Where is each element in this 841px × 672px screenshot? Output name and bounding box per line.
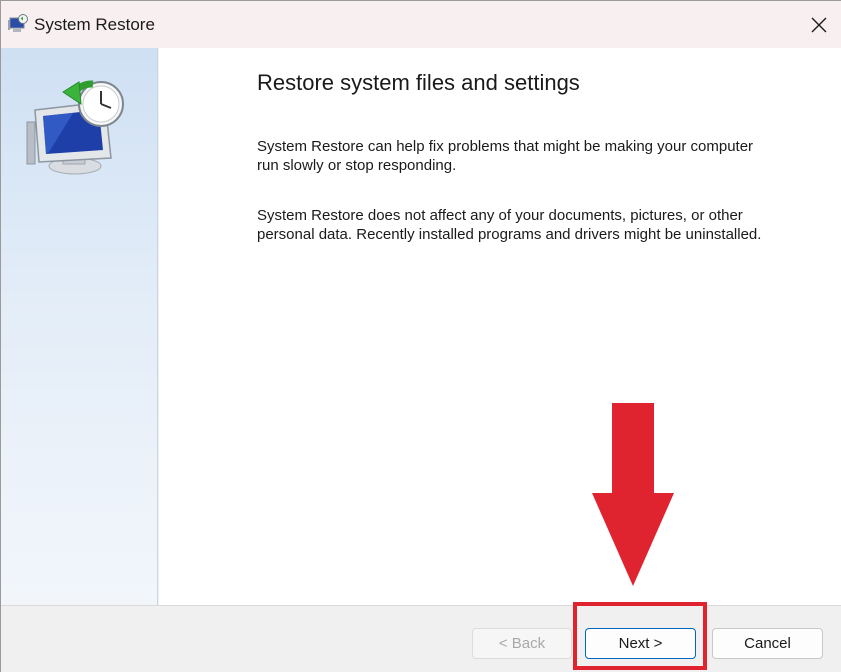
system-restore-window: System Restore Restore system files and …	[0, 0, 841, 672]
page-heading: Restore system files and settings	[257, 70, 580, 95]
down-arrow-icon	[592, 403, 674, 586]
cancel-button[interactable]: Cancel	[712, 628, 823, 659]
description-paragraph-1: System Restore can help fix problems tha…	[257, 138, 754, 174]
system-restore-monitor-clock-icon	[26, 80, 124, 175]
side-banner	[1, 48, 158, 605]
back-button[interactable]: < Back	[472, 628, 572, 659]
description-paragraph-2: System Restore does not affect any of yo…	[257, 207, 762, 243]
window-title: System Restore	[34, 15, 155, 34]
close-icon	[811, 17, 827, 32]
next-button-highlight-box	[573, 602, 707, 670]
system-restore-app-icon	[8, 14, 28, 32]
close-button[interactable]	[796, 1, 841, 48]
main-content: Restore system files and settings System…	[159, 48, 841, 605]
button-bar: < Back Next > Cancel	[1, 605, 841, 672]
title-bar: System Restore	[1, 1, 841, 48]
